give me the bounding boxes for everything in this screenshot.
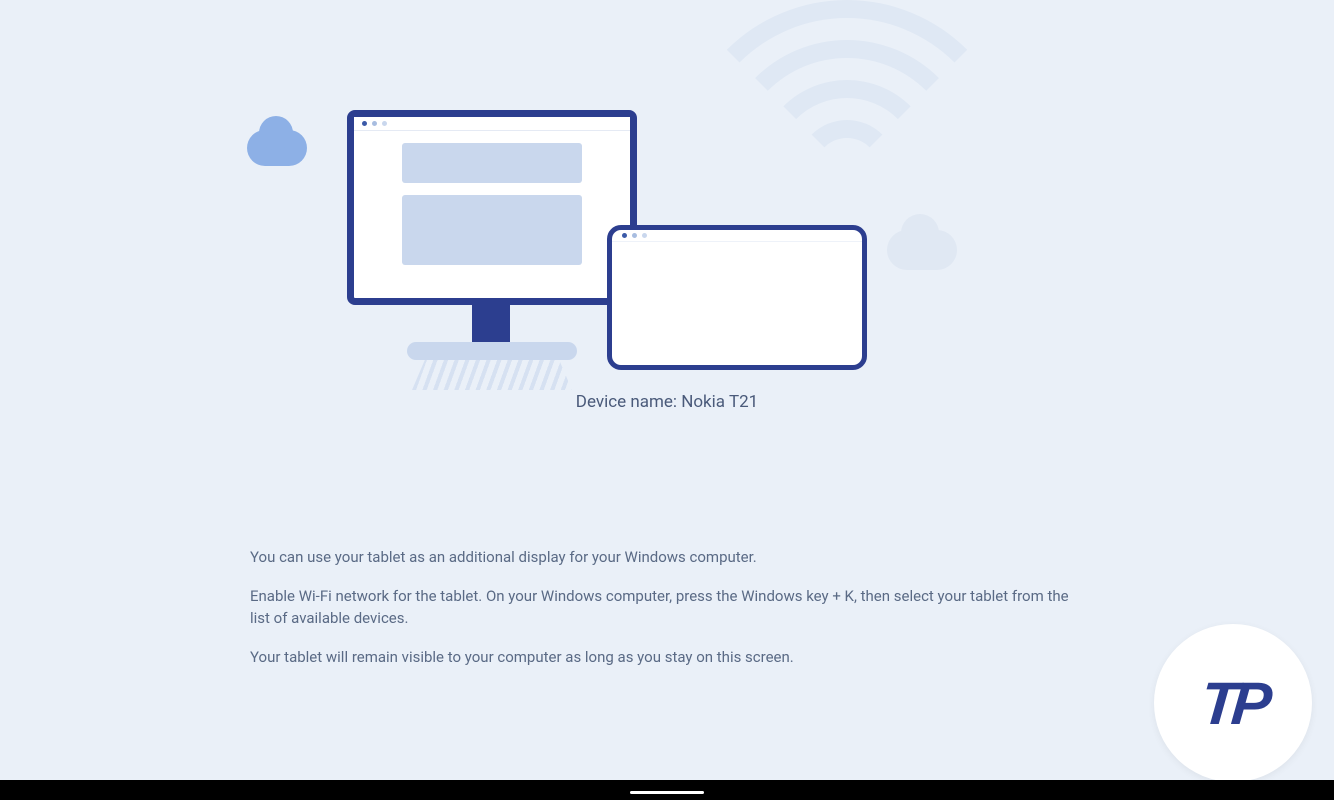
instructions-text: You can use your tablet as an additional… xyxy=(250,546,1084,684)
monitor-icon xyxy=(347,110,637,305)
navigation-bar xyxy=(0,780,1334,800)
monitor-stand-icon xyxy=(472,305,510,345)
logo-icon: TP xyxy=(1198,669,1269,738)
monitor-base-icon xyxy=(407,342,577,360)
instruction-line-1: You can use your tablet as an additional… xyxy=(250,546,1084,569)
illustration-area xyxy=(0,30,1334,430)
wifi-signal-icon xyxy=(797,120,897,220)
instruction-line-3: Your tablet will remain visible to your … xyxy=(250,646,1084,669)
device-name-prefix: Device name: xyxy=(576,392,681,412)
cloud-icon xyxy=(247,130,307,166)
logo-badge: TP xyxy=(1154,624,1312,782)
device-name-value: Nokia T21 xyxy=(681,392,758,412)
window-controls-icon xyxy=(612,230,862,242)
instruction-line-2: Enable Wi-Fi network for the tablet. On … xyxy=(250,585,1084,630)
device-name-label: Device name: Nokia T21 xyxy=(0,392,1334,412)
tablet-icon xyxy=(607,225,867,370)
wireless-display-illustration xyxy=(307,30,1027,410)
reflection-icon xyxy=(412,360,572,390)
cloud-icon xyxy=(887,230,957,270)
window-controls-icon xyxy=(354,117,630,131)
gesture-handle-icon[interactable] xyxy=(630,791,704,794)
